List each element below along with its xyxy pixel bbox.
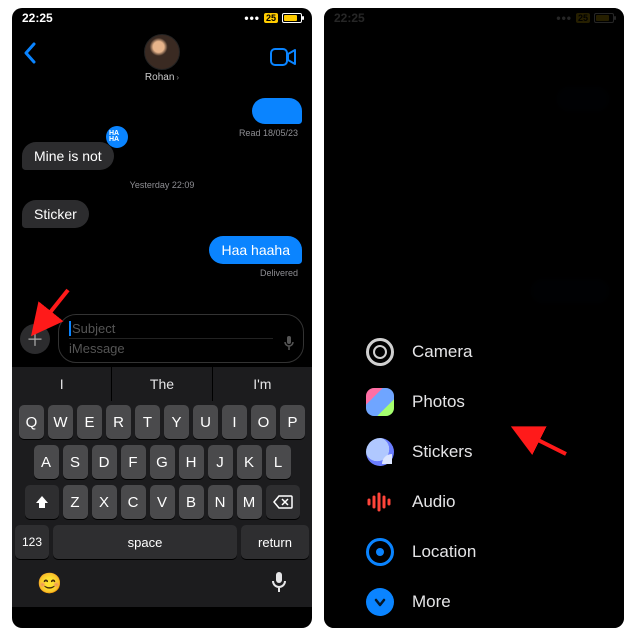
key-k[interactable]: K bbox=[237, 445, 262, 479]
contact-button[interactable]: Rohan› bbox=[144, 34, 180, 83]
key-y[interactable]: Y bbox=[164, 405, 189, 439]
key-u[interactable]: U bbox=[193, 405, 218, 439]
menu-item-stickers[interactable]: Stickers bbox=[366, 438, 476, 466]
key-x[interactable]: X bbox=[92, 485, 117, 519]
menu-item-photos[interactable]: Photos bbox=[366, 388, 476, 416]
menu-item-camera[interactable]: Camera bbox=[366, 338, 476, 366]
return-key[interactable]: return bbox=[241, 525, 309, 559]
reaction-sticker[interactable]: HA HA bbox=[106, 126, 128, 148]
received-message-bubble[interactable]: Mine is not bbox=[22, 142, 114, 170]
status-right: ••• 25 bbox=[244, 11, 302, 25]
delivered-receipt: Delivered bbox=[22, 268, 302, 278]
battery-badge: 25 bbox=[264, 13, 278, 23]
numbers-key[interactable]: 123 bbox=[15, 525, 49, 559]
shift-key[interactable] bbox=[25, 485, 59, 519]
status-bar: 22:25 ••• 25 bbox=[12, 8, 312, 28]
keyboard-row-4: 123 space return bbox=[15, 525, 309, 559]
menu-label: Photos bbox=[412, 392, 465, 412]
key-p[interactable]: P bbox=[280, 405, 305, 439]
sent-message-bubble[interactable]: Haa haaha bbox=[209, 236, 302, 264]
space-key[interactable]: space bbox=[53, 525, 237, 559]
key-i[interactable]: I bbox=[222, 405, 247, 439]
key-j[interactable]: J bbox=[208, 445, 233, 479]
contact-avatar bbox=[144, 34, 180, 70]
menu-item-location[interactable]: Location bbox=[366, 538, 476, 566]
dictation-key[interactable] bbox=[271, 571, 287, 599]
apps-menu: Camera Photos Stickers Audio Location Mo… bbox=[366, 338, 476, 616]
menu-item-audio[interactable]: Audio bbox=[366, 488, 476, 516]
stickers-icon bbox=[366, 438, 394, 466]
status-time: 22:25 bbox=[22, 11, 53, 25]
key-b[interactable]: B bbox=[179, 485, 204, 519]
read-receipt: Read 18/05/23 bbox=[22, 128, 302, 138]
key-c[interactable]: C bbox=[121, 485, 146, 519]
keyboard-suggestions: I The I'm bbox=[12, 367, 312, 401]
timestamp-divider: Yesterday 22:09 bbox=[22, 174, 302, 196]
apps-plus-button[interactable]: ＋ bbox=[20, 324, 50, 354]
camera-icon bbox=[366, 338, 394, 366]
back-button[interactable] bbox=[22, 42, 36, 69]
key-q[interactable]: Q bbox=[19, 405, 44, 439]
key-l[interactable]: L bbox=[266, 445, 291, 479]
chevron-right-icon: › bbox=[176, 73, 179, 82]
conversation-header: Rohan› bbox=[12, 28, 312, 88]
message-input[interactable]: iMessage bbox=[69, 339, 273, 358]
photos-icon bbox=[366, 388, 394, 416]
imessage-apps-menu-screen: 22:25 ••• 25 Camera Photos Stickers Audi… bbox=[324, 8, 624, 628]
compose-bar: ＋ Subject iMessage bbox=[12, 308, 312, 367]
imessage-conversation-screen: 22:25 ••• 25 Rohan› Read 18/05/23 Mine i… bbox=[12, 8, 312, 628]
backspace-key[interactable] bbox=[266, 485, 300, 519]
menu-label: Camera bbox=[412, 342, 472, 362]
location-icon bbox=[366, 538, 394, 566]
key-r[interactable]: R bbox=[106, 405, 131, 439]
dictation-icon[interactable] bbox=[283, 335, 295, 356]
message-list[interactable]: Read 18/05/23 Mine is not HA HA Yesterda… bbox=[12, 88, 312, 308]
suggestion[interactable]: The bbox=[112, 367, 212, 401]
menu-label: Stickers bbox=[412, 442, 472, 462]
message-input-container[interactable]: Subject iMessage bbox=[58, 314, 304, 363]
contact-name: Rohan bbox=[145, 72, 174, 83]
key-v[interactable]: V bbox=[150, 485, 175, 519]
facetime-button[interactable] bbox=[270, 48, 296, 71]
suggestion[interactable]: I'm bbox=[213, 367, 312, 401]
key-d[interactable]: D bbox=[92, 445, 117, 479]
key-z[interactable]: Z bbox=[63, 485, 88, 519]
key-g[interactable]: G bbox=[150, 445, 175, 479]
menu-label: More bbox=[412, 592, 451, 612]
menu-label: Location bbox=[412, 542, 476, 562]
menu-label: Audio bbox=[412, 492, 455, 512]
key-f[interactable]: F bbox=[121, 445, 146, 479]
key-o[interactable]: O bbox=[251, 405, 276, 439]
key-h[interactable]: H bbox=[179, 445, 204, 479]
key-n[interactable]: N bbox=[208, 485, 233, 519]
keyboard-row-2: ASDFGHJKL bbox=[15, 445, 309, 479]
keyboard: QWERTYUIOP ASDFGHJKL ZXCVBNM 123 space r… bbox=[12, 401, 312, 607]
emoji-key[interactable]: 😊 bbox=[37, 571, 62, 599]
keyboard-row-3: ZXCVBNM bbox=[15, 485, 309, 519]
key-m[interactable]: M bbox=[237, 485, 262, 519]
more-icon bbox=[366, 588, 394, 616]
key-e[interactable]: E bbox=[77, 405, 102, 439]
signal-icon: ••• bbox=[244, 11, 260, 25]
key-a[interactable]: A bbox=[34, 445, 59, 479]
key-t[interactable]: T bbox=[135, 405, 160, 439]
key-s[interactable]: S bbox=[63, 445, 88, 479]
sent-message-bubble[interactable] bbox=[252, 98, 302, 124]
received-message-bubble[interactable]: Sticker bbox=[22, 200, 89, 228]
menu-item-more[interactable]: More bbox=[366, 588, 476, 616]
keyboard-row-1: QWERTYUIOP bbox=[15, 405, 309, 439]
key-w[interactable]: W bbox=[48, 405, 73, 439]
audio-icon bbox=[366, 488, 394, 516]
suggestion[interactable]: I bbox=[12, 367, 112, 401]
battery-icon bbox=[282, 13, 302, 23]
subject-input[interactable]: Subject bbox=[69, 319, 273, 339]
